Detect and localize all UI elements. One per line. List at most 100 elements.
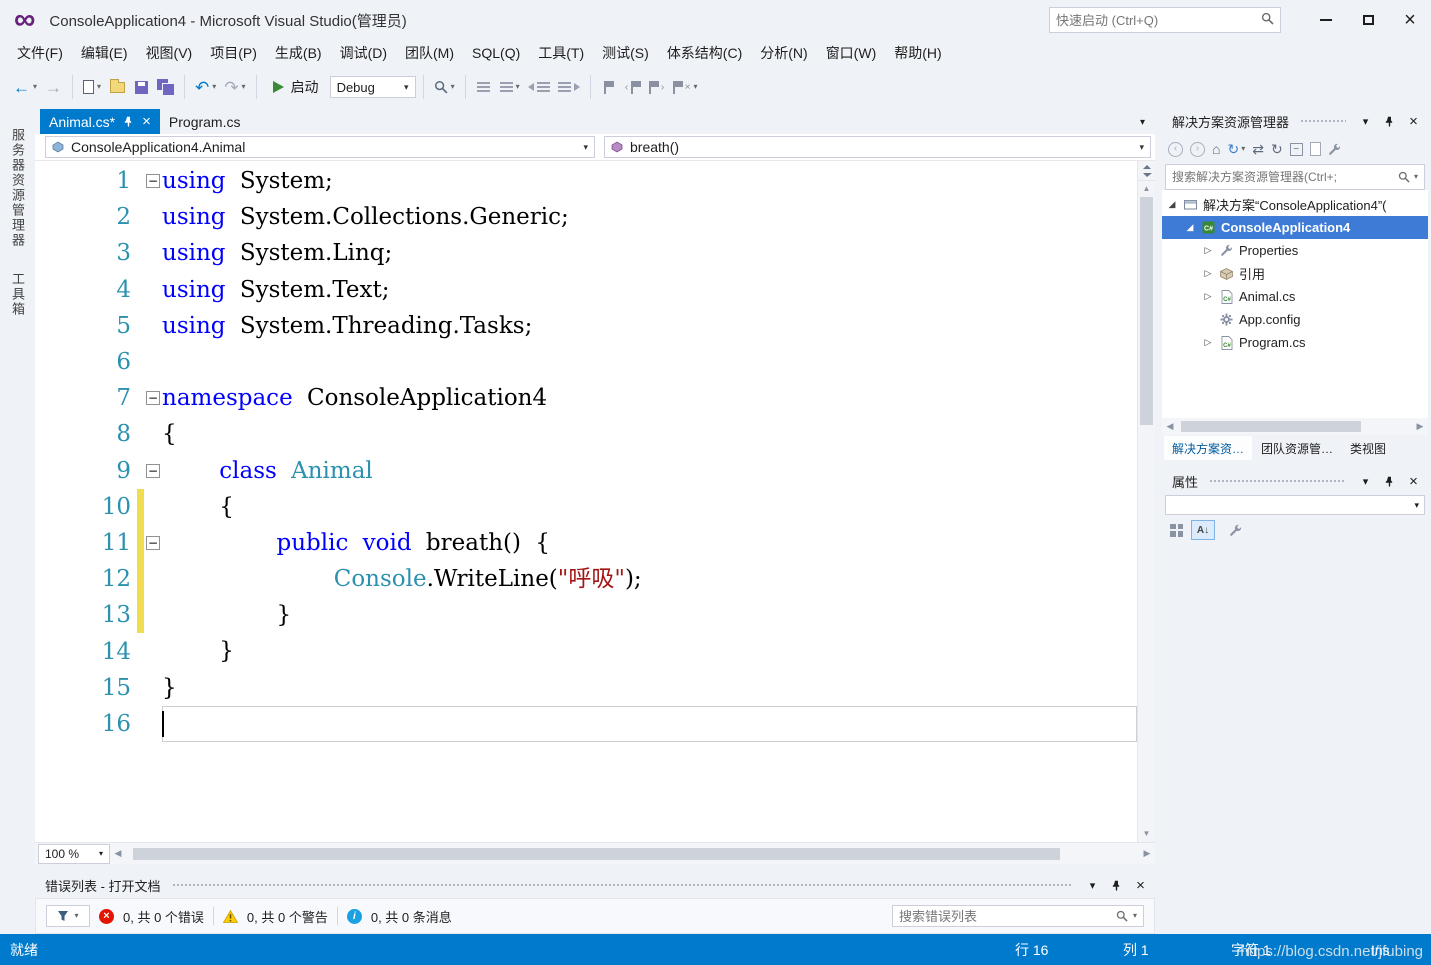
tree-item[interactable]: ▷ C# Program.cs xyxy=(1162,331,1428,354)
code-text[interactable]: { xyxy=(162,416,1137,452)
scroll-left-arrow-icon[interactable]: ◀ xyxy=(110,848,126,859)
close-icon[interactable]: × xyxy=(1132,877,1149,894)
vertical-scrollbar-thumb[interactable] xyxy=(1140,197,1153,425)
tree-collapsed-arrow-icon[interactable]: ▷ xyxy=(1202,291,1214,302)
menu-item[interactable]: 分析(N) xyxy=(751,40,816,66)
scrollbar-splitter-grip[interactable] xyxy=(1138,161,1155,181)
code-text[interactable]: class Animal xyxy=(162,453,1137,489)
tool-window-tab[interactable]: 团队资源管… xyxy=(1253,436,1341,460)
warning-count[interactable]: 0, 共 0 个警告 xyxy=(247,907,328,926)
navigate-back-icon[interactable]: ‹ xyxy=(1168,141,1183,157)
clear-bookmarks-button[interactable]: × ▾ xyxy=(670,74,701,100)
drag-handle[interactable] xyxy=(171,882,1073,888)
drag-handle[interactable] xyxy=(1300,118,1346,124)
code-line[interactable]: 3 using System.Linq; xyxy=(35,235,1137,271)
type-dropdown[interactable]: ConsoleApplication4.Animal ▾ xyxy=(45,136,595,158)
window-position-chevron-icon[interactable]: ▾ xyxy=(1084,877,1101,894)
comment-lines-button[interactable] xyxy=(473,74,495,100)
sync-with-active-document-icon[interactable]: ↻ ▾ xyxy=(1227,141,1245,158)
collapse-region-icon[interactable]: − xyxy=(146,463,160,478)
drag-handle[interactable] xyxy=(1209,478,1346,484)
close-icon[interactable]: × xyxy=(1405,473,1422,490)
properties-icon[interactable] xyxy=(1328,143,1341,156)
code-text[interactable]: } xyxy=(162,597,1137,633)
message-count[interactable]: 0, 共 0 条消息 xyxy=(371,907,452,926)
maximize-button[interactable] xyxy=(1351,6,1385,33)
home-icon[interactable]: ⌂ xyxy=(1212,141,1220,157)
scroll-right-arrow-icon[interactable]: ▶ xyxy=(1139,848,1155,859)
code-line[interactable]: 6 xyxy=(35,344,1137,380)
code-line[interactable]: 15} xyxy=(35,670,1137,706)
minimize-button[interactable] xyxy=(1309,6,1343,33)
collapse-region-icon[interactable]: − xyxy=(146,535,160,550)
menu-item[interactable]: 项目(P) xyxy=(201,40,266,66)
code-text[interactable]: { xyxy=(162,489,1137,525)
next-bookmark-button[interactable]: › xyxy=(646,74,668,100)
toggle-bookmark-button[interactable] xyxy=(598,74,620,100)
properties-object-combobox[interactable]: ▾ xyxy=(1165,495,1425,515)
window-position-chevron-icon[interactable]: ▾ xyxy=(1357,473,1374,490)
increase-indent-button[interactable] xyxy=(555,74,583,100)
code-line[interactable]: 14 } xyxy=(35,633,1137,669)
navigate-backward-button[interactable]: ← ▾ xyxy=(10,74,40,100)
menu-item[interactable]: 文件(F) xyxy=(8,40,72,66)
error-filter-button[interactable]: ▾ xyxy=(46,905,90,927)
member-dropdown[interactable]: breath() ▾ xyxy=(604,136,1151,158)
tree-collapsed-arrow-icon[interactable]: ▷ xyxy=(1202,245,1214,256)
code-line[interactable]: 16 xyxy=(35,706,1137,742)
pin-icon[interactable] xyxy=(1108,877,1125,894)
close-icon[interactable]: × xyxy=(142,114,151,129)
code-line[interactable]: 4 using System.Text; xyxy=(35,272,1137,308)
horizontal-scrollbar[interactable] xyxy=(127,846,1138,862)
uncomment-lines-button[interactable]: ▾ xyxy=(497,74,523,100)
document-tab[interactable]: Animal.cs* × xyxy=(40,109,160,134)
find-in-files-button[interactable]: ▾ xyxy=(431,74,458,100)
menu-item[interactable]: 工具(T) xyxy=(529,40,593,66)
new-file-button[interactable]: ▾ xyxy=(80,74,104,100)
vertical-scrollbar[interactable]: ▲ ▼ xyxy=(1137,161,1155,842)
panel-splitter[interactable] xyxy=(35,864,1155,872)
code-text[interactable]: using System.Text; xyxy=(162,272,1137,308)
code-line[interactable]: 2 using System.Collections.Generic; xyxy=(35,199,1137,235)
pending-changes-filter-icon[interactable]: ⇄ xyxy=(1252,141,1264,158)
menu-item[interactable]: SQL(Q) xyxy=(463,40,529,66)
window-position-chevron-icon[interactable]: ▾ xyxy=(1357,113,1374,130)
scroll-up-arrow-icon[interactable]: ▲ xyxy=(1138,181,1155,195)
code-text[interactable]: } xyxy=(162,633,1137,669)
alphabetical-sort-icon[interactable]: A↓ xyxy=(1191,520,1215,540)
document-tab[interactable]: Program.cs xyxy=(160,109,250,134)
error-list-header[interactable]: 错误列表 - 打开文档 ▾ × xyxy=(35,872,1155,898)
collapse-all-icon[interactable]: − xyxy=(1289,142,1303,156)
code-text[interactable]: using System.Collections.Generic; xyxy=(162,199,1137,235)
code-line[interactable]: 11− public void breath() { xyxy=(35,524,1137,562)
panel-splitter[interactable] xyxy=(1155,108,1162,934)
code-text[interactable]: using System.Threading.Tasks; xyxy=(162,308,1137,344)
code-editor[interactable]: 1− using System; 2 using System.Collections… xyxy=(35,161,1155,842)
tool-window-rail-tab[interactable]: 工具箱 xyxy=(8,272,27,317)
scroll-right-arrow-icon[interactable]: ▶ xyxy=(1412,421,1428,432)
search-icon[interactable] xyxy=(1261,12,1274,28)
solution-search-box[interactable]: ▾ xyxy=(1165,164,1425,190)
code-line[interactable]: 10 { xyxy=(35,488,1137,525)
tree-collapsed-arrow-icon[interactable]: ▷ xyxy=(1202,268,1214,279)
navigate-forward-button[interactable]: → xyxy=(42,74,65,100)
code-text[interactable]: namespace ConsoleApplication4 xyxy=(162,380,1137,416)
code-text[interactable]: using System.Linq; xyxy=(162,235,1137,271)
decrease-indent-button[interactable] xyxy=(525,74,553,100)
refresh-icon[interactable]: ↻ xyxy=(1271,141,1283,158)
menu-item[interactable]: 编辑(E) xyxy=(72,40,137,66)
zoom-combobox[interactable]: 100 % ▾ xyxy=(38,843,110,864)
save-button[interactable] xyxy=(130,74,152,100)
code-text[interactable]: Console.WriteLine("呼吸"); xyxy=(162,561,1137,597)
code-line[interactable]: 8{ xyxy=(35,416,1137,452)
tree-collapsed-arrow-icon[interactable]: ▷ xyxy=(1202,337,1214,348)
menu-item[interactable]: 体系结构(C) xyxy=(658,40,751,66)
menu-item[interactable]: 团队(M) xyxy=(396,40,463,66)
tree-expanded-arrow-icon[interactable]: ◢ xyxy=(1166,199,1178,210)
menu-item[interactable]: 调试(D) xyxy=(331,40,396,66)
pin-icon[interactable] xyxy=(1381,473,1398,490)
collapse-region-icon[interactable]: − xyxy=(146,391,160,406)
pin-icon[interactable] xyxy=(123,116,134,127)
tool-window-tab[interactable]: 解决方案资… xyxy=(1164,436,1253,460)
horizontal-scrollbar-thumb[interactable] xyxy=(133,847,1060,860)
